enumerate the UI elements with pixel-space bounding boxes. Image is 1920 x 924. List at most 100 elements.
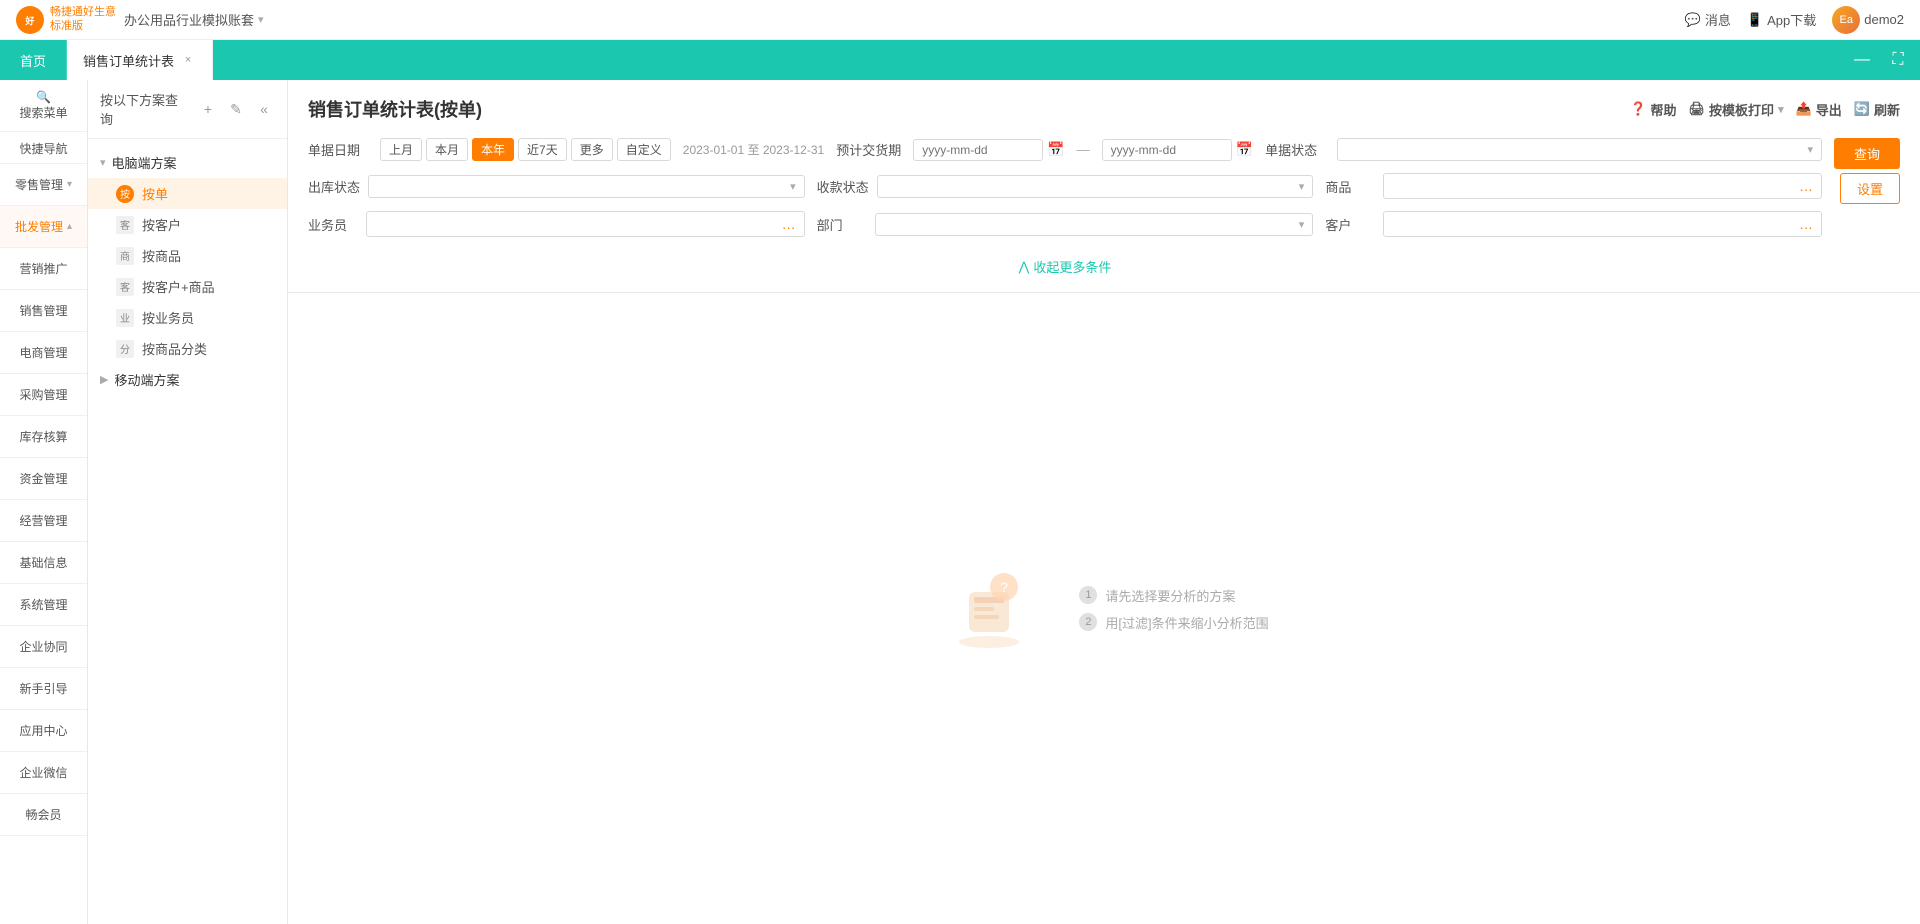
tab-minimize-button[interactable]: — bbox=[1848, 46, 1876, 74]
tab-home[interactable]: 首页 bbox=[0, 40, 67, 80]
out-status-select[interactable]: ▾ bbox=[368, 175, 805, 198]
message-button[interactable]: 💬 消息 bbox=[1685, 10, 1731, 29]
custom-button[interactable]: 自定义 bbox=[617, 138, 671, 161]
empty-state: ? 1 请先选择要分析的方案 2 用[过滤]条件来缩小分析范围 bbox=[288, 293, 1920, 924]
goods-ellipsis[interactable]: … bbox=[1799, 178, 1813, 194]
goods-label: 商品 bbox=[1325, 177, 1375, 196]
pay-status-select[interactable]: ▾ bbox=[877, 175, 1314, 198]
prev-month-button[interactable]: 上月 bbox=[380, 138, 422, 161]
scheme-item-by-customer-goods[interactable]: 客 按客户+商品 bbox=[88, 271, 287, 302]
sidebar-item-marketing[interactable]: 营销推广 bbox=[0, 248, 87, 290]
mobile-scheme-group-header[interactable]: ▶ 移动端方案 bbox=[88, 364, 287, 395]
date-range-text: 2023-01-01 至 2023-12-31 bbox=[683, 141, 824, 158]
calendar-end-icon[interactable]: 📅 bbox=[1236, 141, 1253, 158]
this-year-button[interactable]: 本年 bbox=[472, 138, 514, 161]
tab-maximize-button[interactable]: ⛶ bbox=[1884, 46, 1912, 74]
svg-text:好: 好 bbox=[24, 15, 34, 26]
svg-text:?: ? bbox=[1000, 579, 1008, 595]
scheme-item-by-category[interactable]: 分 按商品分类 bbox=[88, 333, 287, 364]
dept-label: 部门 bbox=[817, 215, 867, 234]
sidebar-item-wechat[interactable]: 企业微信 bbox=[0, 752, 87, 794]
sidebar-item-ecommerce[interactable]: 电商管理 bbox=[0, 332, 87, 374]
export-button[interactable]: 📤 导出 bbox=[1796, 100, 1842, 119]
workspace-title[interactable]: 办公用品行业模拟账套 ▾ bbox=[124, 10, 264, 29]
expected-date-end-input[interactable] bbox=[1102, 139, 1232, 161]
7days-button[interactable]: 近7天 bbox=[518, 138, 567, 161]
goods-input[interactable]: … bbox=[1383, 173, 1822, 199]
scheme-item-by-customer[interactable]: 客 按客户 bbox=[88, 209, 287, 240]
sidebar-item-sales[interactable]: 销售管理 bbox=[0, 290, 87, 332]
scheme-item-by-salesperson[interactable]: 业 按业务员 bbox=[88, 302, 287, 333]
collapse-button[interactable]: ⋀ 收起更多条件 bbox=[308, 249, 1822, 276]
mobile-group-arrow: ▶ bbox=[100, 373, 108, 386]
help-button[interactable]: ❓ 帮助 bbox=[1630, 100, 1676, 119]
page-title-row: 销售订单统计表(按单) ❓ 帮助 🖨 按模板打印 ▾ bbox=[308, 96, 1900, 122]
tab-close-button[interactable]: × bbox=[180, 52, 196, 68]
query-button[interactable]: 查询 bbox=[1834, 138, 1900, 169]
sidebar: 🔍 搜索菜单 快捷导航 零售管理 ▾ 批发管理 ▴ 营销推广 销售管理 电商管理… bbox=[0, 80, 88, 924]
salesperson-input[interactable]: … bbox=[366, 211, 805, 237]
pay-status-arrow: ▾ bbox=[1299, 180, 1305, 193]
logo-icon: 好 bbox=[16, 6, 44, 34]
salesperson-ellipsis[interactable]: … bbox=[782, 216, 796, 232]
collapse-panel-button[interactable]: « bbox=[253, 98, 275, 120]
expected-date-start-input[interactable] bbox=[913, 139, 1043, 161]
collapse-icon: ⋀ bbox=[1019, 259, 1030, 275]
calendar-start-icon[interactable]: 📅 bbox=[1047, 141, 1064, 158]
sidebar-item-inventory[interactable]: 库存核算 bbox=[0, 416, 87, 458]
add-scheme-button[interactable]: + bbox=[197, 98, 219, 120]
sidebar-item-cooperation[interactable]: 企业协同 bbox=[0, 626, 87, 668]
sidebar-item-retail[interactable]: 零售管理 ▾ bbox=[0, 164, 87, 206]
pc-scheme-group-header[interactable]: ▾ 电脑端方案 bbox=[88, 147, 287, 178]
header-right: 💬 消息 📱 App下载 Ea demo2 bbox=[1685, 6, 1904, 34]
user-menu[interactable]: Ea demo2 bbox=[1832, 6, 1904, 34]
scheme-item-by-order[interactable]: 按 按单 bbox=[88, 178, 287, 209]
scheme-icon-customer-goods: 客 bbox=[116, 278, 134, 296]
mobile-scheme-group: ▶ 移动端方案 bbox=[88, 364, 287, 395]
sidebar-search[interactable]: 🔍 搜索菜单 bbox=[0, 80, 87, 132]
right-actions: 查询 设置 bbox=[1834, 138, 1900, 204]
print-button[interactable]: 🖨 按模板打印 ▾ bbox=[1689, 100, 1784, 119]
app-download-button[interactable]: 📱 App下载 bbox=[1747, 10, 1816, 29]
empty-tips: 1 请先选择要分析的方案 2 用[过滤]条件来缩小分析范围 bbox=[1079, 586, 1268, 632]
status-select[interactable]: ▾ bbox=[1337, 138, 1822, 161]
more-button[interactable]: 更多 bbox=[571, 138, 613, 161]
sidebar-item-purchase[interactable]: 采购管理 bbox=[0, 374, 87, 416]
tab-sales-stats[interactable]: 销售订单统计表 × bbox=[67, 40, 213, 80]
edit-scheme-button[interactable]: ✎ bbox=[225, 98, 247, 120]
dept-select[interactable]: ▾ bbox=[875, 213, 1314, 236]
date-separator: — bbox=[1077, 142, 1090, 157]
customer-ellipsis[interactable]: … bbox=[1799, 216, 1813, 232]
left-panel-title: 按以下方案查询 bbox=[100, 90, 189, 128]
pc-group-arrow: ▾ bbox=[100, 156, 106, 169]
date-label: 单据日期 bbox=[308, 140, 368, 159]
scheme-icon-goods: 商 bbox=[116, 247, 134, 265]
empty-tip-1: 1 请先选择要分析的方案 bbox=[1079, 586, 1268, 605]
scheme-icon-salesperson: 业 bbox=[116, 309, 134, 327]
date-quick-buttons: 上月 本月 本年 近7天 更多 自定义 bbox=[380, 138, 671, 161]
sidebar-item-appcenter[interactable]: 应用中心 bbox=[0, 710, 87, 752]
this-month-button[interactable]: 本月 bbox=[426, 138, 468, 161]
refresh-button[interactable]: 🔄 刷新 bbox=[1854, 100, 1900, 119]
sidebar-item-system[interactable]: 系统管理 bbox=[0, 584, 87, 626]
sidebar-item-management[interactable]: 经营管理 bbox=[0, 500, 87, 542]
sidebar-wholesale-arrow: ▴ bbox=[67, 221, 72, 232]
scheme-icon-category: 分 bbox=[116, 340, 134, 358]
scheme-item-by-goods[interactable]: 商 按商品 bbox=[88, 240, 287, 271]
sidebar-item-finance[interactable]: 资金管理 bbox=[0, 458, 87, 500]
tip-number-1: 1 bbox=[1079, 586, 1097, 604]
filter-row-2: 出库状态 ▾ 收款状态 bbox=[308, 173, 1822, 199]
sidebar-item-member[interactable]: 畅会员 bbox=[0, 794, 87, 836]
filter-area: 销售订单统计表(按单) ❓ 帮助 🖨 按模板打印 ▾ bbox=[288, 80, 1920, 293]
app-icon: 📱 bbox=[1747, 12, 1763, 28]
settings-button[interactable]: 设置 bbox=[1840, 173, 1900, 204]
pay-status-label: 收款状态 bbox=[817, 177, 869, 196]
sidebar-item-basic[interactable]: 基础信息 bbox=[0, 542, 87, 584]
customer-input[interactable]: … bbox=[1383, 211, 1822, 237]
filter-top-row: 单据日期 上月 本月 本年 近7天 更多 自定义 2023-01-01 至 20… bbox=[308, 138, 1900, 276]
sidebar-item-shortcut[interactable]: 快捷导航 bbox=[0, 132, 87, 164]
sidebar-item-wholesale[interactable]: 批发管理 ▴ bbox=[0, 206, 87, 248]
workspace-dropdown-icon[interactable]: ▾ bbox=[258, 13, 264, 26]
sidebar-item-guide[interactable]: 新手引导 bbox=[0, 668, 87, 710]
filter-row-3: 业务员 … 部门 bbox=[308, 211, 1822, 237]
